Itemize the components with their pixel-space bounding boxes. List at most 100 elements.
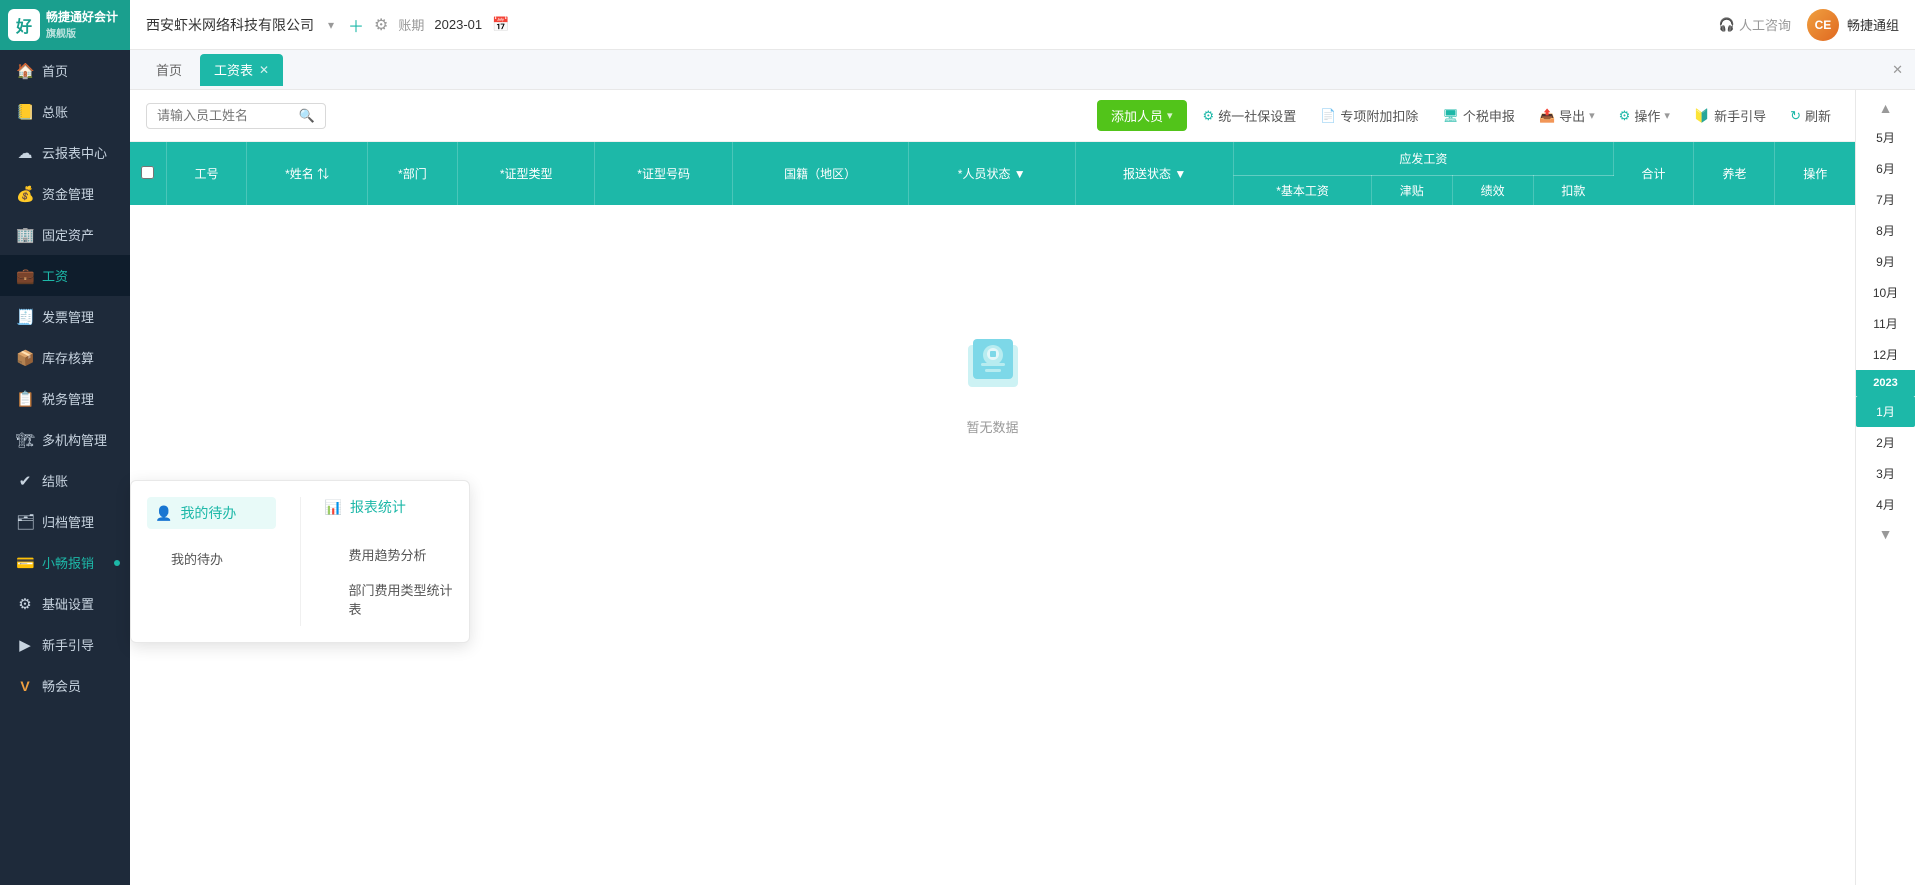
sidebar-item-archive[interactable]: 🗂 归档管理 xyxy=(0,501,130,542)
inventory-icon: 📦 xyxy=(16,349,34,367)
sidebar-item-label: 云报表中心 xyxy=(42,143,107,162)
sidebar-item-funds[interactable]: 💰 资金管理 xyxy=(0,173,130,214)
th-checkbox[interactable] xyxy=(130,142,166,205)
tab-close-icon[interactable]: ✕ xyxy=(259,63,269,77)
add-person-button[interactable]: 添加人员 ▾ xyxy=(1097,100,1187,131)
sidebar-item-salary[interactable]: 💼 工资 xyxy=(0,255,130,296)
invoice-icon: 🧾 xyxy=(16,308,34,326)
tabbar: 首页 工资表 ✕ ✕ xyxy=(130,50,1915,90)
sidebar-item-membership[interactable]: V 畅会员 xyxy=(0,665,130,706)
popup-item-my-todo[interactable]: 我的待办 xyxy=(147,541,276,576)
sidebar-item-home[interactable]: 🏠 首页 xyxy=(0,50,130,91)
month-nav-item-8[interactable]: 8月 xyxy=(1856,215,1915,246)
sidebar-item-label: 新手引导 xyxy=(42,635,94,654)
month-nav-up-arrow[interactable]: ▲ xyxy=(1856,94,1915,122)
social-insurance-action[interactable]: ⚙ 统一社保设置 xyxy=(1195,102,1305,129)
sidebar-item-tax[interactable]: 📋 税务管理 xyxy=(0,378,130,419)
popup-divider xyxy=(300,497,301,626)
tab-home[interactable]: 首页 xyxy=(142,54,196,86)
popup-col-todo-header[interactable]: 👤 我的待办 xyxy=(147,497,276,529)
logo-sub: 旗舰版 xyxy=(46,25,118,40)
sidebar-item-cloud-reports[interactable]: ☁ 云报表中心 xyxy=(0,132,130,173)
empty-state: 暂无数据 xyxy=(130,265,1855,496)
user-menu[interactable]: CE 畅捷通组 xyxy=(1807,9,1899,41)
empty-icon xyxy=(953,325,1033,405)
export-action[interactable]: 📤 导出 ▾ xyxy=(1531,102,1603,129)
search-box: 🔍 xyxy=(146,103,326,129)
month-navigator: ▲ 5月 6月 7月 8月 9月 10月 11月 12月 2023 1月 2月 … xyxy=(1855,90,1915,885)
sidebar-item-invoice[interactable]: 🧾 发票管理 xyxy=(0,296,130,337)
sidebar-item-fixed-assets[interactable]: 🏢 固定资产 xyxy=(0,214,130,255)
month-nav-item-12[interactable]: 12月 xyxy=(1856,339,1915,370)
select-all-checkbox[interactable] xyxy=(141,166,154,179)
month-nav-down-arrow[interactable]: ▼ xyxy=(1856,520,1915,548)
service-label: 人工咨询 xyxy=(1739,15,1791,34)
sidebar-item-label: 小畅报销 xyxy=(42,553,94,572)
month-nav-item-3[interactable]: 3月 xyxy=(1856,458,1915,489)
popup-item-trend[interactable]: 费用趋势分析 xyxy=(325,537,454,572)
refresh-label: 刷新 xyxy=(1805,106,1831,125)
popup-item-dept-stats[interactable]: 部门费用类型统计表 xyxy=(325,572,454,626)
search-input[interactable] xyxy=(157,108,293,123)
special-deduct-action[interactable]: 📄 专项附加扣除 xyxy=(1312,102,1426,129)
todo-icon: 👤 xyxy=(155,505,172,522)
operations-action[interactable]: ⚙ 操作 ▾ xyxy=(1611,102,1678,129)
export-icon: 📤 xyxy=(1539,108,1555,124)
sidebar-item-label: 资金管理 xyxy=(42,184,94,203)
tax-report-action[interactable]: 🖥 个税申报 xyxy=(1434,102,1523,129)
th-department: *部门 xyxy=(367,142,457,205)
refresh-icon: ↻ xyxy=(1790,108,1801,124)
reports-icon: 📊 xyxy=(325,499,342,516)
cloud-icon: ☁ xyxy=(16,144,34,162)
sidebar-item-checkout[interactable]: ✔ 结账 xyxy=(0,460,130,501)
topbar-settings-icon[interactable]: ⚙ xyxy=(374,15,388,35)
month-nav-item-11[interactable]: 11月 xyxy=(1856,308,1915,339)
checkout-icon: ✔ xyxy=(16,472,34,490)
sidebar-item-basic-settings[interactable]: ⚙ 基础设置 xyxy=(0,583,130,624)
sidebar-item-label: 畅会员 xyxy=(42,676,81,695)
month-nav-item-7[interactable]: 7月 xyxy=(1856,184,1915,215)
calendar-icon[interactable]: 📅 xyxy=(492,16,509,33)
main-area: 西安虾米网络科技有限公司 ▾ ＋ ⚙ 账期 2023-01 📅 🎧 人工咨询 C… xyxy=(130,0,1915,885)
company-dropdown-icon[interactable]: ▾ xyxy=(328,18,334,32)
sidebar-item-ledger[interactable]: 📒 总账 xyxy=(0,91,130,132)
month-nav-item-10[interactable]: 10月 xyxy=(1856,277,1915,308)
month-nav-item-2[interactable]: 2月 xyxy=(1856,427,1915,458)
headset-icon: 🎧 xyxy=(1719,17,1735,33)
sidebar-item-inventory[interactable]: 📦 库存核算 xyxy=(0,337,130,378)
th-id-number: *证型号码 xyxy=(595,142,732,205)
sidebar-item-label: 发票管理 xyxy=(42,307,94,326)
month-nav-item-5[interactable]: 5月 xyxy=(1856,122,1915,153)
table-header-group-row: 工号 *姓名 ⇅ *部门 *证型类型 xyxy=(130,142,1855,176)
settings-icon: ⚙ xyxy=(16,595,34,613)
sidebar-item-guide[interactable]: ▶ 新手引导 xyxy=(0,624,130,665)
month-nav-item-1[interactable]: 1月 xyxy=(1856,396,1915,427)
add-company-icon[interactable]: ＋ xyxy=(348,13,364,37)
tab-salary-table[interactable]: 工资表 ✕ xyxy=(200,54,283,86)
close-all-button[interactable]: ✕ xyxy=(1892,62,1903,78)
logo-text: 畅捷通好会计 xyxy=(46,10,118,24)
sidebar-item-label: 固定资产 xyxy=(42,225,94,244)
avatar-initials: CE xyxy=(1815,18,1832,32)
membership-icon: V xyxy=(16,678,34,694)
service-button[interactable]: 🎧 人工咨询 xyxy=(1719,15,1791,34)
sidebar-item-xiaochang[interactable]: 💳 小畅报销 xyxy=(0,542,130,583)
sidebar-item-label: 基础设置 xyxy=(42,594,94,613)
th-actions: 操作 xyxy=(1775,142,1855,205)
ledger-icon: 📒 xyxy=(16,103,34,121)
topbar-right: 🎧 人工咨询 CE 畅捷通组 xyxy=(1719,9,1899,41)
th-report-status[interactable]: 报送状态 ▼ xyxy=(1076,142,1234,205)
th-group-salary: 应发工资 xyxy=(1234,142,1613,176)
logo-icon: 好 xyxy=(8,9,40,41)
guide-action[interactable]: 🔰 新手引导 xyxy=(1686,102,1774,129)
home-icon: 🏠 xyxy=(16,62,34,80)
refresh-action[interactable]: ↻ 刷新 xyxy=(1782,102,1839,129)
month-nav-item-4[interactable]: 4月 xyxy=(1856,489,1915,520)
popup-col-reports-header[interactable]: 📊 报表统计 xyxy=(325,497,454,525)
th-person-status[interactable]: *人员状态 ▼ xyxy=(908,142,1076,205)
month-nav-item-6[interactable]: 6月 xyxy=(1856,153,1915,184)
popup-col-reports: 📊 报表统计 费用趋势分析 部门费用类型统计表 xyxy=(325,497,454,626)
th-name[interactable]: *姓名 ⇅ xyxy=(247,142,367,205)
month-nav-item-9[interactable]: 9月 xyxy=(1856,246,1915,277)
sidebar-item-multi-org[interactable]: 🏗 多机构管理 xyxy=(0,419,130,460)
